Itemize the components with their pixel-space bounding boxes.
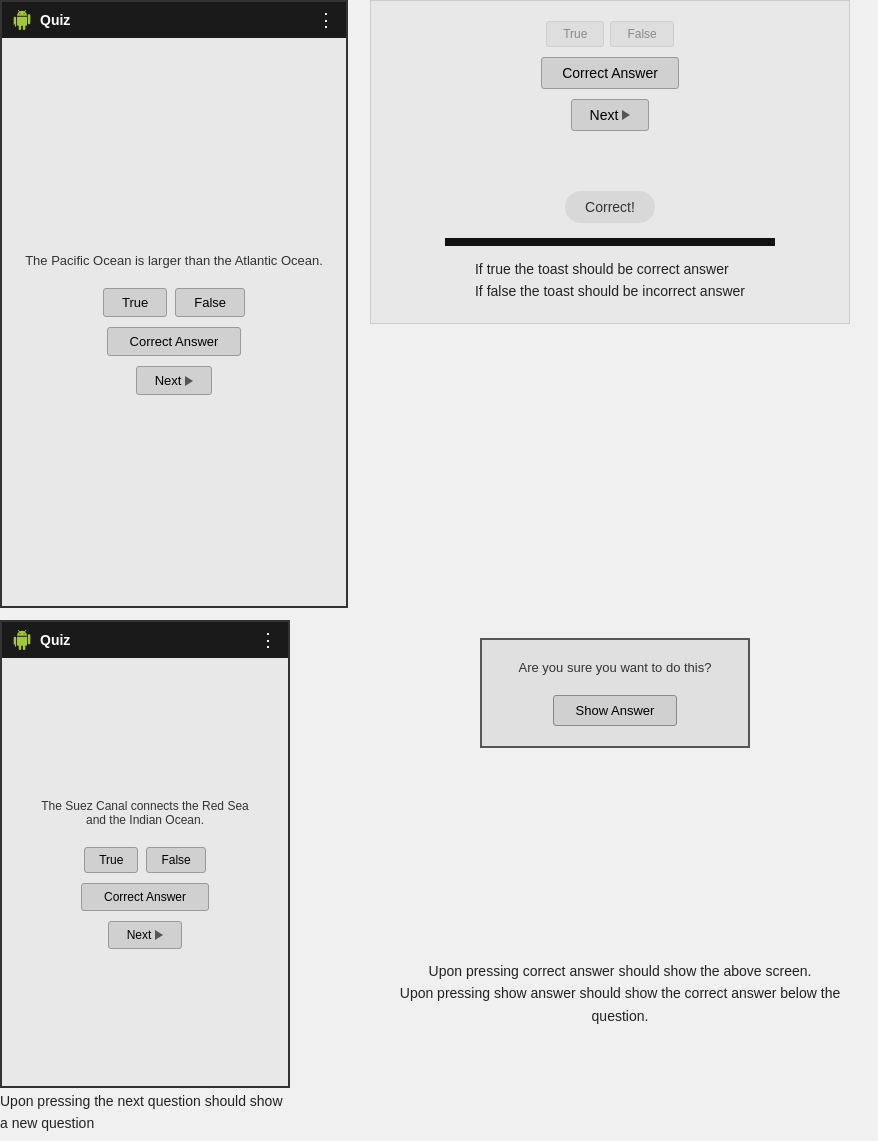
next-icon-1 xyxy=(185,376,193,386)
show-answer-button[interactable]: Show Answer xyxy=(553,695,678,726)
question-text-1: The Pacific Ocean is larger than the Atl… xyxy=(25,253,323,268)
false-button-2[interactable]: False xyxy=(146,847,205,873)
correct-answer-button-1[interactable]: Correct Answer xyxy=(107,327,242,356)
android-icon xyxy=(12,10,32,30)
false-button-1[interactable]: False xyxy=(175,288,245,317)
phone-titlebar-bottom: Quiz ⋮ xyxy=(2,622,288,658)
phone-body-top: The Pacific Ocean is larger than the Atl… xyxy=(2,38,346,608)
next-btn-screenshot[interactable]: Next xyxy=(571,99,650,131)
divider-bar xyxy=(445,238,775,246)
next-button-1[interactable]: Next xyxy=(136,366,213,395)
faded-btn-row: True False xyxy=(546,21,674,47)
true-false-row-2: True False xyxy=(84,847,206,873)
phone-mock-bottom: Quiz ⋮ The Suez Canal connects the Red S… xyxy=(0,620,290,1088)
bottom-instruction: Upon pressing correct answer should show… xyxy=(370,960,870,1027)
phone-body-bottom: The Suez Canal connects the Red Sea and … xyxy=(2,658,288,1088)
phone-mock-top: Quiz ⋮ The Pacific Ocean is larger than … xyxy=(0,0,348,608)
correct-answer-button-2[interactable]: Correct Answer xyxy=(81,883,209,911)
true-button-2[interactable]: True xyxy=(84,847,138,873)
question-text-2: The Suez Canal connects the Red Sea and … xyxy=(22,799,268,827)
bottom-left-instruction: Upon pressing the next question should s… xyxy=(0,1090,400,1135)
menu-dots[interactable]: ⋮ xyxy=(317,9,336,31)
next-icon-2 xyxy=(155,930,163,940)
right-panel-top: True False Correct Answer Next Correct! … xyxy=(370,0,850,324)
next-icon-screenshot xyxy=(622,110,630,120)
faded-false-btn: False xyxy=(610,21,673,47)
phone-titlebar-top: Quiz ⋮ xyxy=(2,2,346,38)
faded-true-btn: True xyxy=(546,21,604,47)
toast-bubble: Correct! xyxy=(565,191,655,223)
screenshot-box-top: True False Correct Answer Next Correct! … xyxy=(370,0,850,324)
dialog-box: Are you sure you want to do this? Show A… xyxy=(480,638,750,748)
phone-title-2: Quiz xyxy=(40,632,259,648)
menu-dots-2[interactable]: ⋮ xyxy=(259,629,278,651)
next-button-2[interactable]: Next xyxy=(108,921,183,949)
true-button-1[interactable]: True xyxy=(103,288,167,317)
phone-title: Quiz xyxy=(40,12,317,28)
instruction-text-top: If true the toast should be correct answ… xyxy=(475,258,745,303)
correct-answer-btn-screenshot[interactable]: Correct Answer xyxy=(541,57,679,89)
android-icon-2 xyxy=(12,630,32,650)
true-false-row-1: True False xyxy=(103,288,245,317)
dialog-panel: Are you sure you want to do this? Show A… xyxy=(480,638,750,748)
dialog-question-text: Are you sure you want to do this? xyxy=(519,660,712,675)
